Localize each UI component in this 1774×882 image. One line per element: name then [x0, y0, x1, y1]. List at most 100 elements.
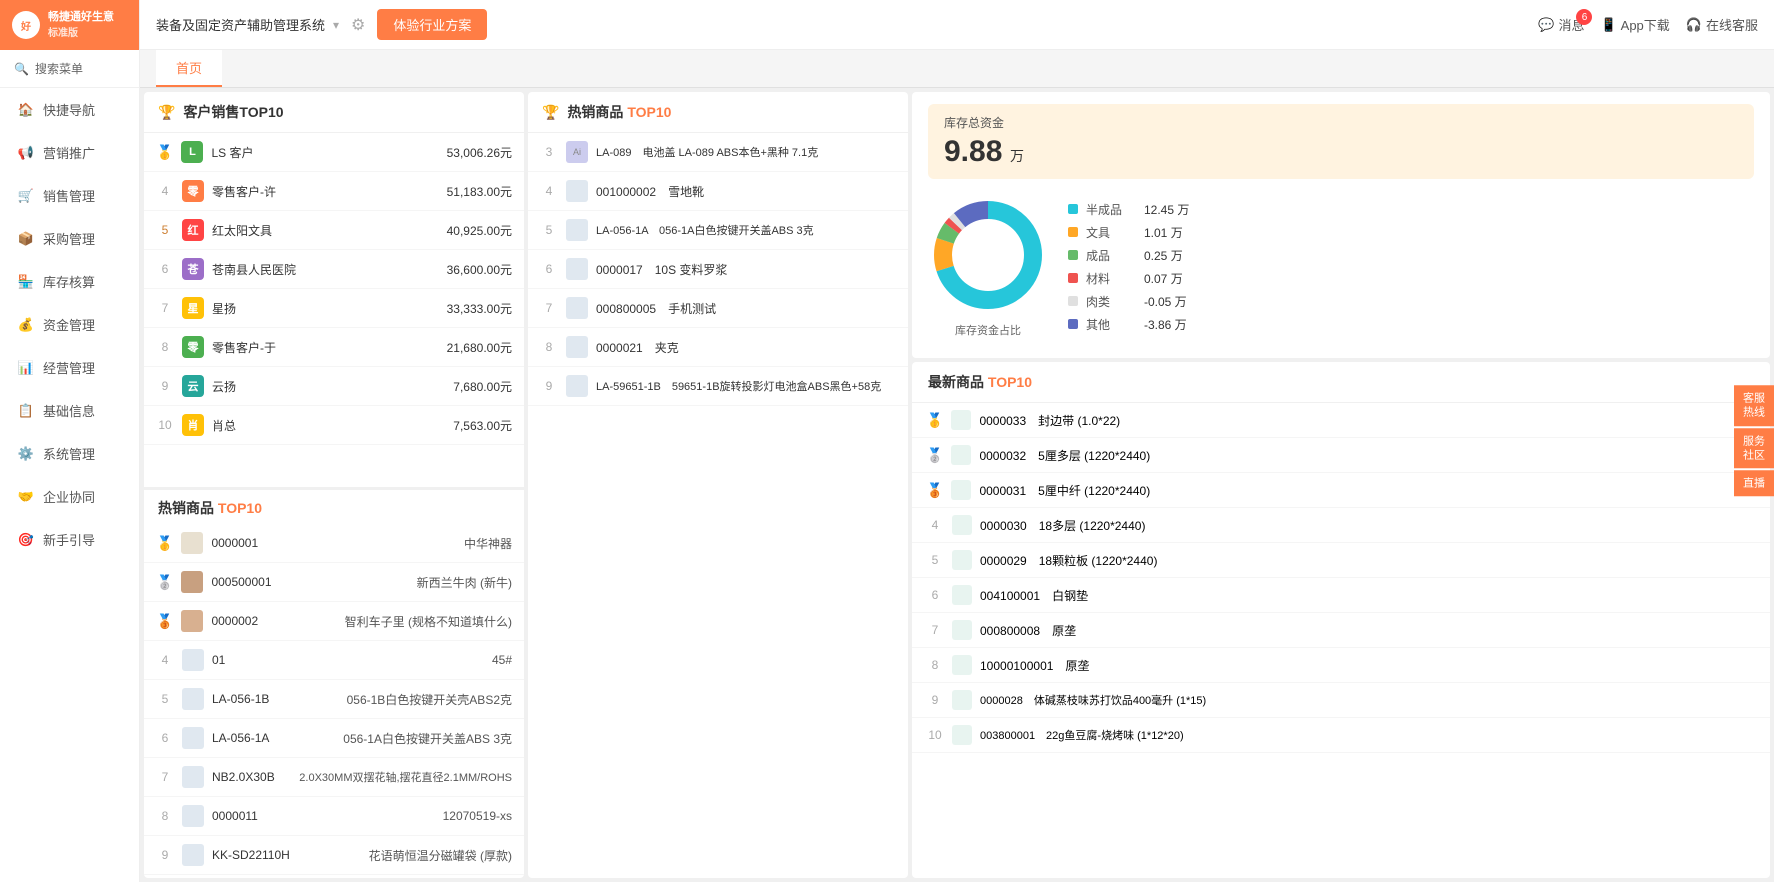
- trial-button[interactable]: 体验行业方案: [377, 9, 487, 40]
- list-item: 5 0000029 18颗粒板 (1220*2440): [912, 543, 1770, 578]
- rank-number: 4: [926, 518, 944, 532]
- legend-value: -0.05 万: [1144, 293, 1187, 310]
- sidebar-item-purchase[interactable]: 📦 采购管理: [0, 217, 139, 260]
- customer-service-btn[interactable]: 客服热线: [1734, 385, 1774, 426]
- search-menu[interactable]: 🔍 搜索菜单: [0, 50, 139, 88]
- customer-amount: 36,600.00元: [447, 261, 512, 278]
- donut-chart: [928, 195, 1048, 315]
- list-item: 7 000800008 原垄: [912, 613, 1770, 648]
- list-item: 🥈 000500001 新西兰牛肉 (新牛): [144, 563, 524, 602]
- customer-badge: 苍: [182, 258, 204, 280]
- product-info: 0000030 18多层 (1220*2440): [980, 517, 1145, 534]
- logo-tag: 标准版: [48, 24, 114, 39]
- sidebar-item-finance[interactable]: 💰 资金管理: [0, 303, 139, 346]
- gold-medal-icon: 🥇: [156, 535, 173, 552]
- product-code: LA-056-1A: [212, 731, 335, 745]
- list-item: 🥇 0000033 封边带 (1.0*22): [912, 403, 1770, 438]
- list-item: 5 LA-056-1A 056-1A白色按键开关盖ABS 3克: [528, 211, 908, 250]
- product-name: 12070519-xs: [443, 809, 512, 823]
- sidebar-item-system[interactable]: ⚙️ 系统管理: [0, 432, 139, 475]
- rank-number: 9: [156, 848, 174, 862]
- search-label: 搜索菜单: [35, 60, 83, 77]
- guide-icon: 🎯: [17, 531, 35, 549]
- table-row: 4 零 零售客户-许 51,183.00元: [144, 172, 524, 211]
- tab-home[interactable]: 首页: [156, 50, 222, 87]
- customer-top10-panel: 🏆 客户销售TOP10 🥇 L LS 客户 53,006.26元 4 零 零售客…: [144, 92, 524, 878]
- customer-panel-title: 客户销售TOP10: [183, 102, 283, 122]
- sidebar-item-operations[interactable]: 📊 经营管理: [0, 346, 139, 389]
- product-icon: [952, 550, 972, 570]
- legend-name: 半成品: [1086, 201, 1136, 218]
- header: 装备及固定资产辅助管理系统 ▾ ⚙ 体验行业方案 💬 消息 6 📱 App下载 …: [140, 0, 1774, 50]
- app-download-button[interactable]: 📱 App下载: [1600, 15, 1669, 34]
- message-button[interactable]: 💬 消息 6: [1538, 15, 1584, 34]
- sidebar-item-collab[interactable]: 🤝 企业协同: [0, 475, 139, 518]
- customer-name: LS 客户: [211, 144, 438, 161]
- product-info: 0000032 5厘多层 (1220*2440): [979, 447, 1150, 464]
- gold-medal-icon: 🥇: [156, 144, 173, 161]
- table-row: 8 零 零售客户-于 21,680.00元: [144, 328, 524, 367]
- inventory-unit: 万: [1010, 148, 1024, 164]
- legend-name: 肉类: [1086, 293, 1136, 310]
- gold-medal-icon: 🥇: [926, 412, 943, 429]
- chevron-down-icon[interactable]: ▾: [333, 18, 339, 32]
- customer-badge: 云: [182, 375, 204, 397]
- product-name: 智利车子里 (规格不知道填什么): [345, 613, 512, 630]
- product-icon: [952, 655, 972, 675]
- sidebar-item-label: 营销推广: [43, 143, 95, 162]
- rank-number: 8: [926, 658, 944, 672]
- inventory-legend: 半成品 12.45 万 文具 1.01 万 成品 0.25 万: [1068, 201, 1189, 333]
- legend-item-other: 其他 -3.86 万: [1068, 316, 1189, 333]
- product-icon: [952, 620, 972, 640]
- rank-number: 4: [156, 184, 174, 198]
- finance-icon: 💰: [17, 316, 35, 334]
- sidebar-item-guide[interactable]: 🎯 新手引导: [0, 518, 139, 561]
- search-icon: 🔍: [14, 62, 29, 76]
- customer-amount: 7,563.00元: [453, 417, 512, 434]
- customer-panel-header: 🏆 客户销售TOP10: [144, 92, 524, 133]
- logo-icon: 好: [12, 11, 40, 39]
- sidebar-item-label: 销售管理: [43, 186, 95, 205]
- live-btn[interactable]: 直播: [1734, 470, 1774, 496]
- sidebar-item-label: 库存核算: [43, 272, 95, 291]
- table-row: 5 红 红太阳文具 40,925.00元: [144, 211, 524, 250]
- product-name: 2.0X30MM双摆花轴,摆花直径2.1MM/ROHS: [299, 769, 512, 785]
- legend-value: 12.45 万: [1144, 201, 1189, 218]
- product-info: 000800005 手机测试: [596, 300, 896, 317]
- right-panel: 库存总资金 9.88 万: [912, 92, 1770, 878]
- table-row: 🥇 L LS 客户 53,006.26元: [144, 133, 524, 172]
- rank-number: 7: [540, 301, 558, 315]
- settings-icon[interactable]: ⚙: [351, 15, 365, 35]
- service-community-btn[interactable]: 服务社区: [1734, 428, 1774, 469]
- sidebar-item-marketing[interactable]: 📢 营销推广: [0, 131, 139, 174]
- legend-value: 0.25 万: [1144, 247, 1183, 264]
- customer-amount: 33,333.00元: [447, 300, 512, 317]
- tabs: 首页: [140, 50, 1774, 88]
- rank-number: 5: [540, 223, 558, 237]
- customer-name: 肖总: [212, 417, 445, 434]
- top10-text: TOP10: [988, 374, 1032, 390]
- sidebar-item-quicknav[interactable]: 🏠 快捷导航: [0, 88, 139, 131]
- product-name: 新西兰牛肉 (新牛): [417, 574, 512, 591]
- online-service-button[interactable]: 🎧 在线客服: [1686, 15, 1758, 34]
- product-image: [182, 766, 204, 788]
- sidebar: 好 畅捷通好生意 标准版 🔍 搜索菜单 🏠 快捷导航 📢 营销推广 🛒 销售管理…: [0, 0, 140, 882]
- sidebar-item-label: 快捷导航: [43, 100, 95, 119]
- sidebar-item-basic-info[interactable]: 📋 基础信息: [0, 389, 139, 432]
- list-item: 7 000800005 手机测试: [528, 289, 908, 328]
- list-item: 9 KK-SD22110H 花语萌恒温分磁罐袋 (厚款): [144, 836, 524, 875]
- sidebar-item-sales[interactable]: 🛒 销售管理: [0, 174, 139, 217]
- legend-item-meat: 肉类 -0.05 万: [1068, 293, 1189, 310]
- header-right: 💬 消息 6 📱 App下载 🎧 在线客服: [1538, 15, 1758, 34]
- rank-number: 8: [156, 809, 174, 823]
- sales-icon: 🛒: [17, 187, 35, 205]
- product-code: 01: [212, 653, 484, 667]
- product-info: 0000029 18颗粒板 (1220*2440): [980, 552, 1157, 569]
- product-image: [566, 297, 588, 319]
- list-item: 5 LA-056-1B 056-1B白色按键开关壳ABS2克: [144, 680, 524, 719]
- sidebar-item-inventory[interactable]: 🏪 库存核算: [0, 260, 139, 303]
- list-item: 🥇 0000001 中华神器: [144, 524, 524, 563]
- collab-icon: 🤝: [17, 488, 35, 506]
- product-info: 0000021 夹克: [596, 339, 896, 356]
- product-icon: [952, 690, 972, 710]
